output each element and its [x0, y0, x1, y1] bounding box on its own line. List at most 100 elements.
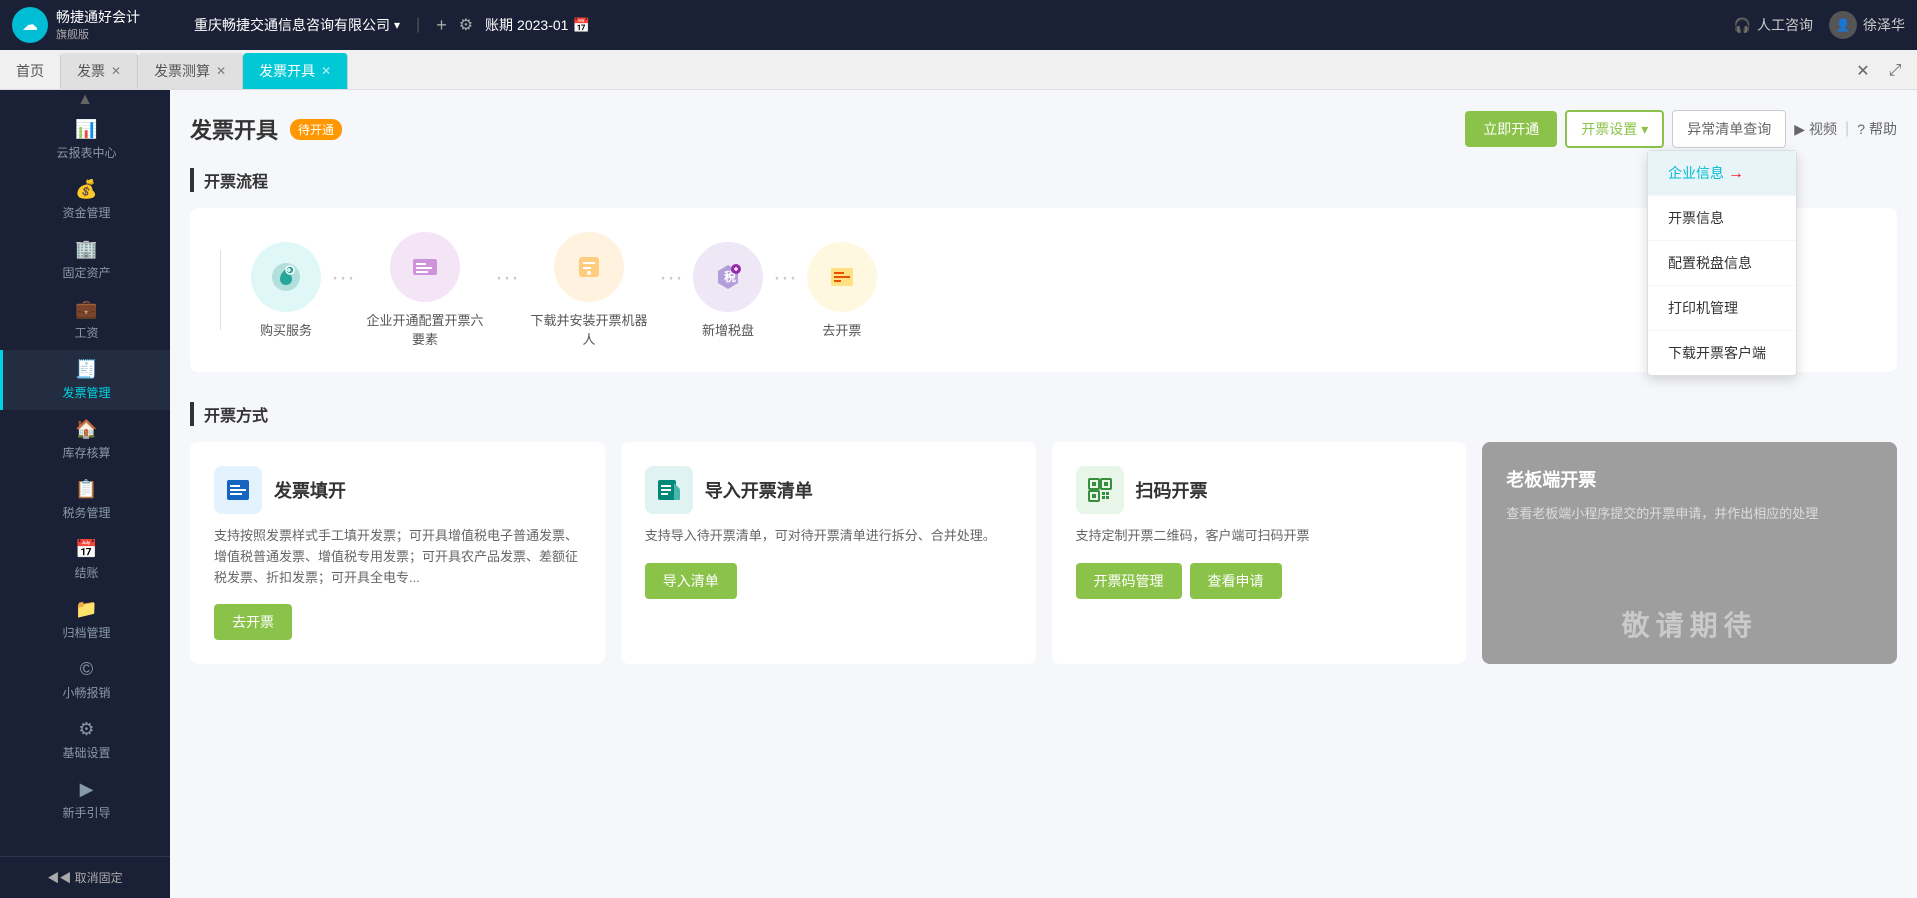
maximize-window-button[interactable]: ⤢: [1881, 57, 1909, 85]
add-company-icon[interactable]: +: [436, 15, 447, 36]
company-selector[interactable]: 重庆畅捷交通信息咨询有限公司 ▾: [194, 15, 400, 35]
tab-invoice-calc[interactable]: 发票测算 ✕: [138, 53, 243, 89]
user-profile[interactable]: 👤 徐泽华: [1829, 11, 1905, 39]
import-list-button[interactable]: 导入清单: [645, 563, 737, 599]
method-desc-fill: 支持按照发票样式手工填开发票；可开具增值税电子普通发票、增值税普通发票、增值税专…: [214, 526, 581, 588]
sidebar-item-invoice[interactable]: 🧾 发票管理: [0, 350, 170, 410]
activate-button[interactable]: 立即开通: [1465, 111, 1557, 147]
separator: |: [416, 16, 420, 34]
flow-step-5: 去开票: [807, 242, 877, 339]
flow-arrow-4: ···: [773, 264, 797, 316]
sidebar-label-expense: 小畅报销: [62, 684, 110, 701]
scan-icon: [1076, 466, 1124, 514]
period-display: 账期 2023-01 📅: [485, 15, 590, 35]
content-area: 发票开具 待开通 立即开通 开票设置 ▾ 异常清单查询 ▶ 视频 | ? 帮助: [170, 90, 1917, 898]
method-header-scan: 扫码开票: [1076, 466, 1443, 514]
dropdown-item-printer[interactable]: 打印机管理: [1648, 286, 1796, 331]
flow-step-1: 购买服务: [251, 242, 321, 339]
flow-circle-2: [390, 232, 460, 302]
method-desc-import: 支持导入待开票清单，可对待开票清单进行拆分、合并处理。: [645, 526, 1012, 547]
sidebar-item-assets[interactable]: 🏢 固定资产: [0, 230, 170, 290]
close-icon[interactable]: ✕: [216, 64, 226, 78]
close-window-button[interactable]: ✕: [1849, 57, 1877, 85]
header-right: 🎧 人工咨询 👤 徐泽华: [1734, 11, 1905, 39]
sidebar-item-expense[interactable]: © 小畅报销: [0, 650, 170, 710]
dropdown-item-download[interactable]: 下载开票客户端: [1648, 331, 1796, 375]
help-button[interactable]: ? 帮助: [1857, 119, 1897, 139]
sidebar-item-settings[interactable]: ⚙ 基础设置: [0, 710, 170, 770]
close-icon[interactable]: ✕: [321, 64, 331, 78]
reports-icon: 📊: [75, 119, 97, 140]
main-layout: ▲ 📊 云报表中心 💰 资金管理 🏢 固定资产 💼 工资 🧾 发票管理 🏠 库存…: [0, 90, 1917, 898]
flow-arrow-1: ···: [331, 264, 355, 316]
flow-circle-3: [554, 232, 624, 302]
dropdown-item-invoice-info[interactable]: 开票信息: [1648, 196, 1796, 241]
calendar-icon[interactable]: 📅: [572, 17, 589, 34]
flow-step-2: 企业开通配置开票六要素: [365, 232, 485, 348]
go-invoice-button[interactable]: 去开票: [214, 604, 292, 640]
settings-button[interactable]: 开票设置 ▾: [1565, 110, 1664, 148]
sidebar-item-inventory[interactable]: 🏠 库存核算: [0, 410, 170, 470]
sidebar-item-guide[interactable]: ▶ 新手引导: [0, 770, 170, 830]
flow-label-5: 去开票: [822, 320, 861, 339]
sidebar-item-closing[interactable]: 📅 结账: [0, 530, 170, 590]
video-button[interactable]: ▶ 视频: [1794, 119, 1837, 139]
method-desc-scan: 支持定制开票二维码，客户端可扫码开票: [1076, 526, 1443, 547]
methods-row: 发票填开 支持按照发票样式手工填开发票；可开具增值税电子普通发票、增值税普通发票…: [190, 442, 1897, 664]
flow-circle-4: 税: [693, 242, 763, 312]
flow-step-3: 下载并安装开票机器人: [529, 232, 649, 348]
sidebar-label-closing: 结账: [74, 564, 98, 581]
dropdown-item-company[interactable]: 企业信息 →: [1648, 151, 1796, 196]
close-icon[interactable]: ✕: [111, 64, 121, 78]
tab-home[interactable]: 首页: [0, 53, 61, 89]
tab-invoice-open[interactable]: 发票开具 ✕: [243, 53, 348, 89]
flow-section-title: 开票流程: [190, 168, 1897, 192]
settings-dropdown: 企业信息 → 开票信息 配置税盘信息 打印机管理 下载开票客户端: [1647, 150, 1797, 376]
flow-step-4: 税 新增税盘: [693, 242, 763, 339]
sidebar-item-tax[interactable]: 📋 税务管理: [0, 470, 170, 530]
method-card-boss: 老板端开票 查看老板端小程序提交的开票申请，并作出相应的处理 敬请期待: [1482, 442, 1897, 664]
settings-icon[interactable]: ⚙: [459, 15, 473, 35]
flow-row: 购买服务 ··· 企业开通配置开票六要素 ··· 下载并安装开票机器人 ··· …: [190, 208, 1897, 372]
avatar: 👤: [1829, 11, 1857, 39]
page-title-row: 发票开具 待开通 立即开通 开票设置 ▾ 异常清单查询 ▶ 视频 | ? 帮助: [190, 110, 1897, 148]
method-section-title: 开票方式: [190, 402, 1897, 426]
dropdown-item-download-label: 下载开票客户端: [1668, 345, 1766, 361]
sidebar-item-salary[interactable]: 💼 工资: [0, 290, 170, 350]
sidebar-label-archive: 归档管理: [62, 624, 110, 641]
invoice-icon: 🧾: [75, 359, 97, 380]
method-card-scan: 扫码开票 支持定制开票二维码，客户端可扫码开票 开票码管理 查看申请: [1052, 442, 1467, 664]
sidebar-label-salary: 工资: [74, 324, 98, 341]
abnormal-button[interactable]: 异常清单查询: [1672, 110, 1786, 148]
sidebar-item-reports[interactable]: 📊 云报表中心: [0, 110, 170, 170]
pin-icon: ◀◀: [47, 871, 71, 885]
sidebar-label-reports: 云报表中心: [56, 144, 116, 161]
tab-invoice-label: 发票: [77, 61, 105, 81]
guide-icon: ▶: [80, 779, 94, 800]
qr-manage-button[interactable]: 开票码管理: [1076, 563, 1182, 599]
company-name: 重庆畅捷交通信息咨询有限公司: [194, 15, 390, 35]
support-label: 人工咨询: [1757, 15, 1813, 35]
support-button[interactable]: 🎧 人工咨询: [1734, 15, 1813, 35]
flow-label-4: 新增税盘: [702, 320, 754, 339]
sidebar-label-assets: 固定资产: [62, 264, 110, 281]
period-label: 账期: [485, 15, 513, 35]
window-controls: ✕ ⤢: [1841, 53, 1917, 89]
sidebar-item-funds[interactable]: 💰 资金管理: [0, 170, 170, 230]
method-header-fill: 发票填开: [214, 466, 581, 514]
separator: |: [1845, 120, 1849, 138]
view-apply-button[interactable]: 查看申请: [1190, 563, 1282, 599]
sidebar-label-funds: 资金管理: [62, 204, 110, 221]
method-title-fill: 发票填开: [274, 477, 346, 503]
flow-circle-1: [251, 242, 321, 312]
tab-invoice-open-label: 发票开具: [259, 61, 315, 81]
method-desc-boss: 查看老板端小程序提交的开票申请，并作出相应的处理: [1506, 504, 1873, 525]
sidebar-scroll-up[interactable]: ▲: [0, 90, 170, 110]
method-title-import: 导入开票清单: [705, 477, 813, 503]
dropdown-item-tax-disk[interactable]: 配置税盘信息: [1648, 241, 1796, 286]
cancel-pin-button[interactable]: ◀◀ 取消固定: [8, 865, 162, 890]
flow-label-1: 购买服务: [260, 320, 312, 339]
sidebar-item-archive[interactable]: 📁 归档管理: [0, 590, 170, 650]
tab-invoice[interactable]: 发票 ✕: [61, 53, 138, 89]
tax-icon: 📋: [75, 479, 97, 500]
